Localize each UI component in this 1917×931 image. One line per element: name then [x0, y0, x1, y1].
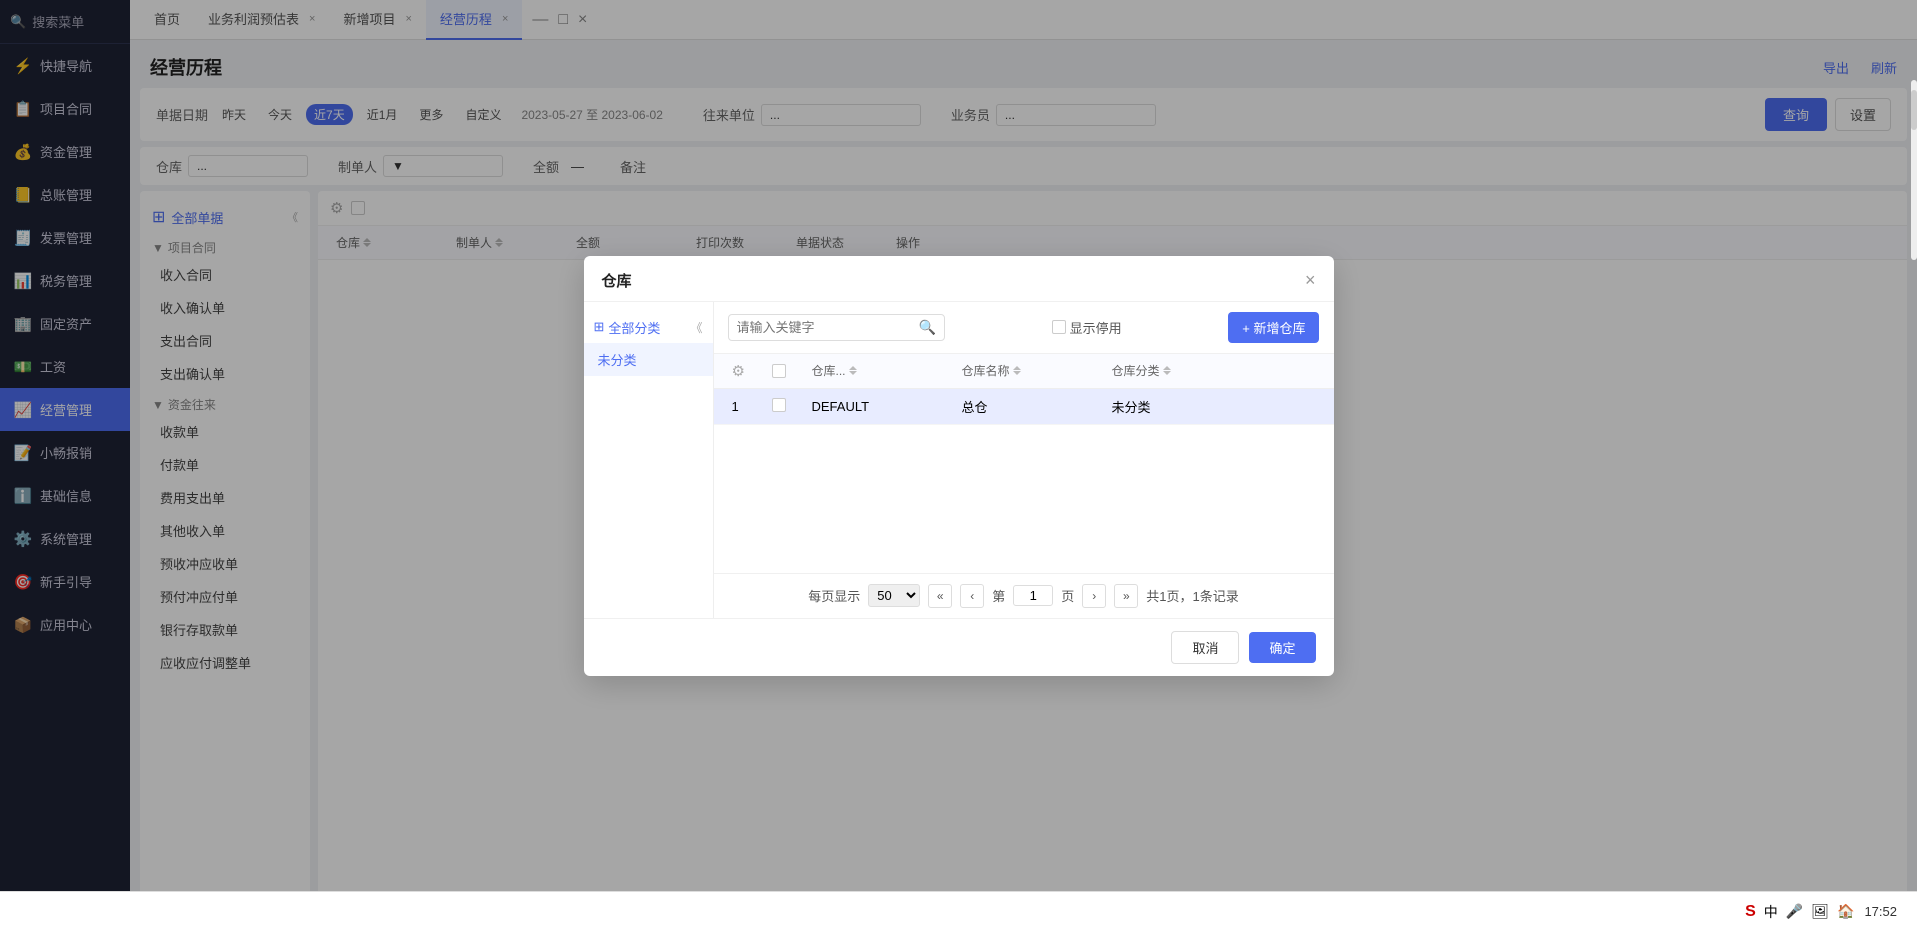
modal-right-panel: 🔍 显示停用 + 新增仓库 ⚙ — [714, 302, 1334, 618]
taskbar-time: 17:52 — [1864, 904, 1897, 919]
modal-page-input[interactable] — [1013, 585, 1053, 606]
taskbar-icon-4[interactable]: 🖼 — [1811, 903, 1829, 920]
th-gear: ⚙ — [722, 354, 762, 388]
taskbar-icons: S 中 🎤 🖼 🏠 — [1745, 902, 1854, 922]
modal-left-header[interactable]: ⊞ 全部分类 《 — [584, 312, 713, 343]
modal-search-box: 🔍 — [728, 314, 945, 341]
modal-overlay: 仓库 × ⊞ 全部分类 《 未分类 — [0, 0, 1917, 931]
modal-per-page-select[interactable]: 50 100 — [868, 584, 920, 607]
row-checkbox[interactable] — [762, 390, 802, 423]
page-suffix: 页 — [1061, 586, 1074, 605]
taskbar: S 中 🎤 🖼 🏠 17:52 — [0, 891, 1917, 931]
pagination-total: 共1页，1条记录 — [1146, 586, 1238, 605]
taskbar-icon-5[interactable]: 🏠 — [1837, 903, 1854, 920]
add-warehouse-button[interactable]: + 新增仓库 — [1228, 312, 1319, 343]
row-name: 总仓 — [952, 389, 1102, 424]
grid-icon: ⊞ — [594, 319, 605, 335]
cancel-button[interactable]: 取消 — [1171, 631, 1239, 664]
confirm-button[interactable]: 确定 — [1249, 632, 1315, 663]
row-index: 1 — [722, 391, 762, 422]
modal-select-all[interactable] — [772, 364, 786, 378]
modal-right-toolbar: 🔍 显示停用 + 新增仓库 — [714, 302, 1334, 354]
gear-icon[interactable]: ⚙ — [732, 362, 745, 380]
table-row[interactable]: 1 DEFAULT 总仓 未分类 — [714, 389, 1334, 425]
taskbar-icon-1[interactable]: S — [1745, 903, 1756, 921]
th-warehouse-code: 仓库... — [802, 354, 952, 387]
modal-table-header: ⚙ 仓库... 仓库名称 — [714, 354, 1334, 389]
modal-body: ⊞ 全部分类 《 未分类 🔍 — [584, 302, 1334, 618]
sort-icon-code — [849, 366, 857, 375]
taskbar-icon-2[interactable]: 中 — [1764, 902, 1778, 922]
modal-all-category-label: 全部分类 — [608, 318, 660, 337]
row-check[interactable] — [772, 398, 786, 412]
search-icon: 🔍 — [919, 319, 936, 336]
show-disabled-checkbox[interactable] — [1052, 320, 1066, 334]
th-checkbox — [762, 356, 802, 386]
modal-pagination: 每页显示 50 100 « ‹ 第 页 › » 共1页，1条记录 — [714, 573, 1334, 618]
modal-header: 仓库 × — [584, 256, 1334, 302]
page-label: 第 — [992, 586, 1005, 605]
modal-title: 仓库 — [602, 270, 632, 291]
next-page-button[interactable]: › — [1082, 584, 1106, 608]
sort-icon-name — [1013, 366, 1021, 375]
first-page-button[interactable]: « — [928, 584, 952, 608]
modal-search-input[interactable] — [737, 320, 913, 335]
modal-category-label: 未分类 — [598, 353, 637, 368]
modal-footer: 取消 确定 — [584, 618, 1334, 676]
prev-page-button[interactable]: ‹ — [960, 584, 984, 608]
modal-close-button[interactable]: × — [1305, 270, 1316, 291]
show-disabled-toggle: 显示停用 — [1052, 318, 1122, 337]
warehouse-modal: 仓库 × ⊞ 全部分类 《 未分类 — [584, 256, 1334, 676]
modal-category-unclassified[interactable]: 未分类 — [584, 343, 713, 376]
show-disabled-label: 显示停用 — [1070, 318, 1122, 337]
modal-left-panel: ⊞ 全部分类 《 未分类 — [584, 302, 714, 618]
sort-icon-category — [1163, 366, 1171, 375]
th-warehouse-name: 仓库名称 — [952, 354, 1102, 387]
per-page-label: 每页显示 — [808, 586, 860, 605]
row-category: 未分类 — [1102, 389, 1252, 424]
taskbar-icon-3[interactable]: 🎤 — [1786, 903, 1803, 920]
th-warehouse-category: 仓库分类 — [1102, 354, 1252, 387]
modal-collapse-icon[interactable]: 《 — [690, 319, 702, 336]
last-page-button[interactable]: » — [1114, 584, 1138, 608]
row-code: DEFAULT — [802, 391, 952, 422]
modal-table: ⚙ 仓库... 仓库名称 — [714, 354, 1334, 573]
